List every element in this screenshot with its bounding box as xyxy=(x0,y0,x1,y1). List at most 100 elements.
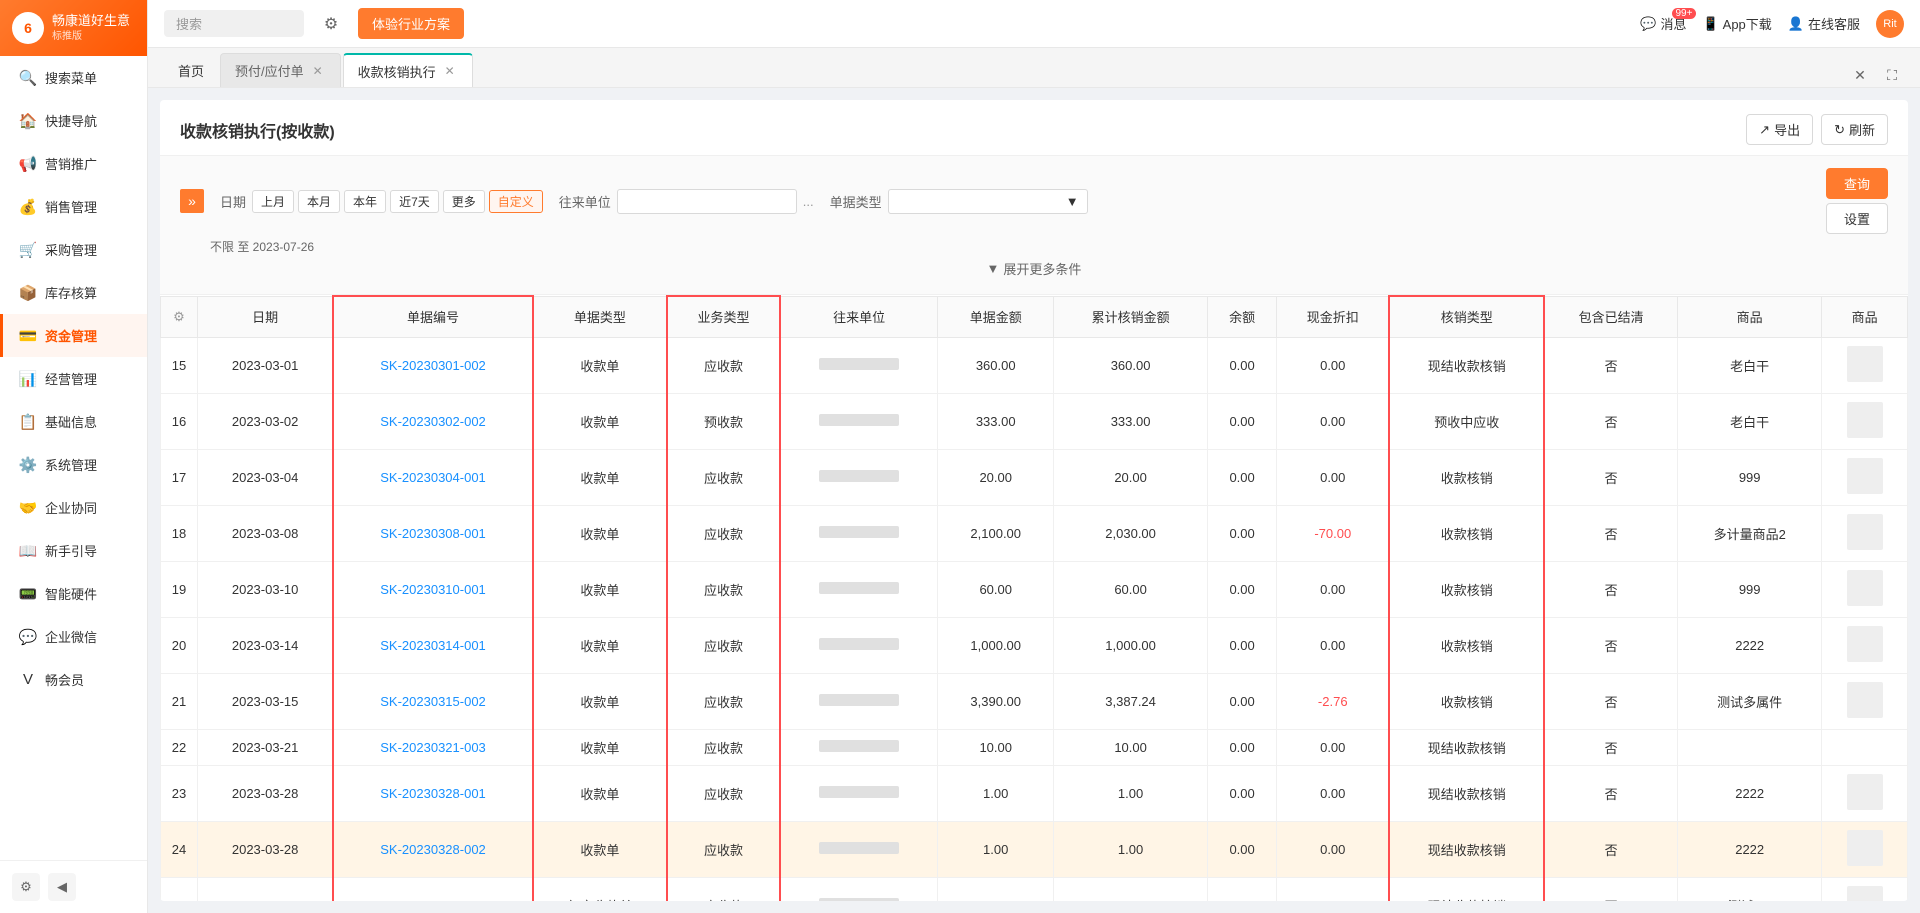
doc-no-link[interactable]: SK-20230321-003 xyxy=(380,740,486,755)
sidebar-item-hardware[interactable]: 📟智能硬件 xyxy=(0,572,147,615)
cell-date: 2023-03-28 xyxy=(198,821,334,877)
page-inner: 收款核销执行(按收款) ↗ 导出 ↻ 刷新 » 日期 xyxy=(160,100,1908,901)
refresh-button[interactable]: ↻ 刷新 xyxy=(1821,114,1888,145)
doc-no-link[interactable]: SK-20230328-001 xyxy=(380,786,486,801)
cell-date: 2023-03-21 xyxy=(198,729,334,765)
doc-no-link[interactable]: SK-20230308-001 xyxy=(380,526,486,541)
doc-no-link[interactable]: SK-20230302-002 xyxy=(380,414,486,429)
tab-home[interactable]: 首页 xyxy=(164,53,218,87)
party-input[interactable] xyxy=(617,189,797,214)
cell-verify-type: 预收中应收 xyxy=(1389,393,1544,449)
user-avatar[interactable]: Rit xyxy=(1876,10,1904,38)
sidebar-item-member[interactable]: V畅会员 xyxy=(0,658,147,701)
sidebar-item-marketing[interactable]: 📢营销推广 xyxy=(0,142,147,185)
doc-no-link[interactable]: SK-20230304-001 xyxy=(380,470,486,485)
tab-close-all-icon[interactable]: ✕ xyxy=(1848,63,1872,87)
sidebar-item-wechat[interactable]: 💬企业微信 xyxy=(0,615,147,658)
tab-receive-close[interactable]: ✕ xyxy=(442,63,458,79)
system-icon: ⚙️ xyxy=(19,456,37,474)
doc-no-link[interactable]: SK-20230310-001 xyxy=(380,582,486,597)
date-sub-label: 不限 至 2023-07-26 xyxy=(180,234,1888,255)
date-btn-last-month[interactable]: 上月 xyxy=(252,190,294,213)
cell-discount: 0.00 xyxy=(1277,765,1389,821)
column-settings-icon[interactable]: ⚙ xyxy=(169,307,189,327)
search-placeholder: 搜索 xyxy=(176,17,202,32)
sidebar-item-guide[interactable]: 📖新手引导 xyxy=(0,529,147,572)
cell-goods1: 测试jun xyxy=(1678,877,1822,901)
trial-button[interactable]: 体验行业方案 xyxy=(358,8,464,39)
cell-no: 20 xyxy=(161,617,198,673)
cell-amount: 60.00 xyxy=(938,561,1054,617)
cell-accum: 1.00 xyxy=(1054,765,1208,821)
cell-party xyxy=(780,449,938,505)
sidebar-item-finance[interactable]: 💳资金管理 xyxy=(0,314,147,357)
sidebar-item-purchase[interactable]: 🛒采购管理 xyxy=(0,228,147,271)
doc-type-select[interactable]: ▼ xyxy=(888,189,1088,214)
date-btn-more[interactable]: 更多 xyxy=(443,190,485,213)
cell-balance: 0.00 xyxy=(1207,877,1277,901)
messages-button[interactable]: 💬 消息 99+ xyxy=(1640,14,1686,33)
doc-no-link[interactable]: SK-20230331-002 xyxy=(380,898,486,902)
collab-icon: 🤝 xyxy=(19,499,37,517)
cell-party xyxy=(780,561,938,617)
sidebar-item-inventory[interactable]: 📦库存核算 xyxy=(0,271,147,314)
doc-no-link[interactable]: SK-20230315-002 xyxy=(380,694,486,709)
expand-btn[interactable]: ▼ 展开更多条件 xyxy=(987,259,1082,278)
cell-no: 22 xyxy=(161,729,198,765)
topbar-right: 💬 消息 99+ 📱 App下载 👤 在线客服 Rit xyxy=(1640,10,1904,38)
tab-receive[interactable]: 收款核销执行 ✕ xyxy=(343,53,473,87)
cell-discount: 0.00 xyxy=(1277,877,1389,901)
export-button[interactable]: ↗ 导出 xyxy=(1746,114,1813,145)
table-row: 15 2023-03-01 SK-20230301-002 收款单 应收款 36… xyxy=(161,337,1908,393)
online-service-button[interactable]: 👤 在线客服 xyxy=(1788,14,1860,33)
doc-no-link[interactable]: SK-20230314-001 xyxy=(380,638,486,653)
cell-accum: -2,430.00 xyxy=(1054,877,1208,901)
app-download-button[interactable]: 📱 App下载 xyxy=(1702,14,1771,33)
th-doc-no: 单据编号 xyxy=(333,296,533,337)
cell-goods2 xyxy=(1822,561,1908,617)
cell-verify-type: 现结收款核销 xyxy=(1389,765,1544,821)
table-row: 24 2023-03-28 SK-20230328-002 收款单 应收款 1.… xyxy=(161,821,1908,877)
th-goods1: 商品 xyxy=(1678,296,1822,337)
sidebar-item-label: 企业协同 xyxy=(45,498,97,517)
cell-accum: 1,000.00 xyxy=(1054,617,1208,673)
cell-discount: 0.00 xyxy=(1277,729,1389,765)
cell-balance: 0.00 xyxy=(1207,561,1277,617)
cell-party xyxy=(780,617,938,673)
cell-verify-type: 收款核销 xyxy=(1389,505,1544,561)
chevron-down-icon: ▼ xyxy=(987,261,1000,276)
sidebar-item-collab[interactable]: 🤝 企业协同 xyxy=(0,486,147,529)
filter-settings-button[interactable]: 设置 xyxy=(1826,203,1888,234)
cell-goods1: 老白干 xyxy=(1678,393,1822,449)
party-ellipsis[interactable]: ... xyxy=(803,194,814,209)
date-btn-7days[interactable]: 近7天 xyxy=(390,190,439,213)
sidebar-item-operations[interactable]: 📊经营管理 xyxy=(0,357,147,400)
settings-btn[interactable]: ⚙ xyxy=(12,873,40,901)
sidebar-item-quick-nav[interactable]: 🏠快捷导航 xyxy=(0,99,147,142)
tab-prepay-close[interactable]: ✕ xyxy=(310,63,326,79)
date-btn-custom[interactable]: 自定义 xyxy=(489,190,543,213)
member-icon: V xyxy=(19,671,37,689)
filter-row-1: » 日期 上月 本月 本年 近7天 更多 自定义 往来单位 xyxy=(180,168,1888,234)
sidebar-item-search[interactable]: 🔍搜索菜单 xyxy=(0,56,147,99)
sidebar-bottom: ⚙ ◀ xyxy=(0,860,147,913)
sidebar-item-label: 搜索菜单 xyxy=(45,68,97,87)
cell-biz-type: 应收款 xyxy=(667,673,780,729)
query-button[interactable]: 查询 xyxy=(1826,168,1888,199)
sidebar-item-basic[interactable]: 📋基础信息 xyxy=(0,400,147,443)
date-btn-this-year[interactable]: 本年 xyxy=(344,190,386,213)
filter-toggle-btn[interactable]: » xyxy=(180,189,204,213)
topbar-gear-icon[interactable]: ⚙ xyxy=(316,9,346,39)
cell-balance: 0.00 xyxy=(1207,821,1277,877)
sidebar-item-system[interactable]: ⚙️系统管理 xyxy=(0,443,147,486)
doc-no-link[interactable]: SK-20230301-002 xyxy=(380,358,486,373)
collapse-btn[interactable]: ◀ xyxy=(48,873,76,901)
date-btn-this-month[interactable]: 本月 xyxy=(298,190,340,213)
doc-no-link[interactable]: SK-20230328-002 xyxy=(380,842,486,857)
tab-prepay[interactable]: 预付/应付单 ✕ xyxy=(220,53,341,87)
sidebar-item-label: 采购管理 xyxy=(45,240,97,259)
tabbar-controls: ✕ ⛶ xyxy=(1848,63,1904,87)
cell-amount: 1.00 xyxy=(938,821,1054,877)
tab-expand-icon[interactable]: ⛶ xyxy=(1880,63,1904,87)
sidebar-item-sales[interactable]: 💰销售管理 xyxy=(0,185,147,228)
